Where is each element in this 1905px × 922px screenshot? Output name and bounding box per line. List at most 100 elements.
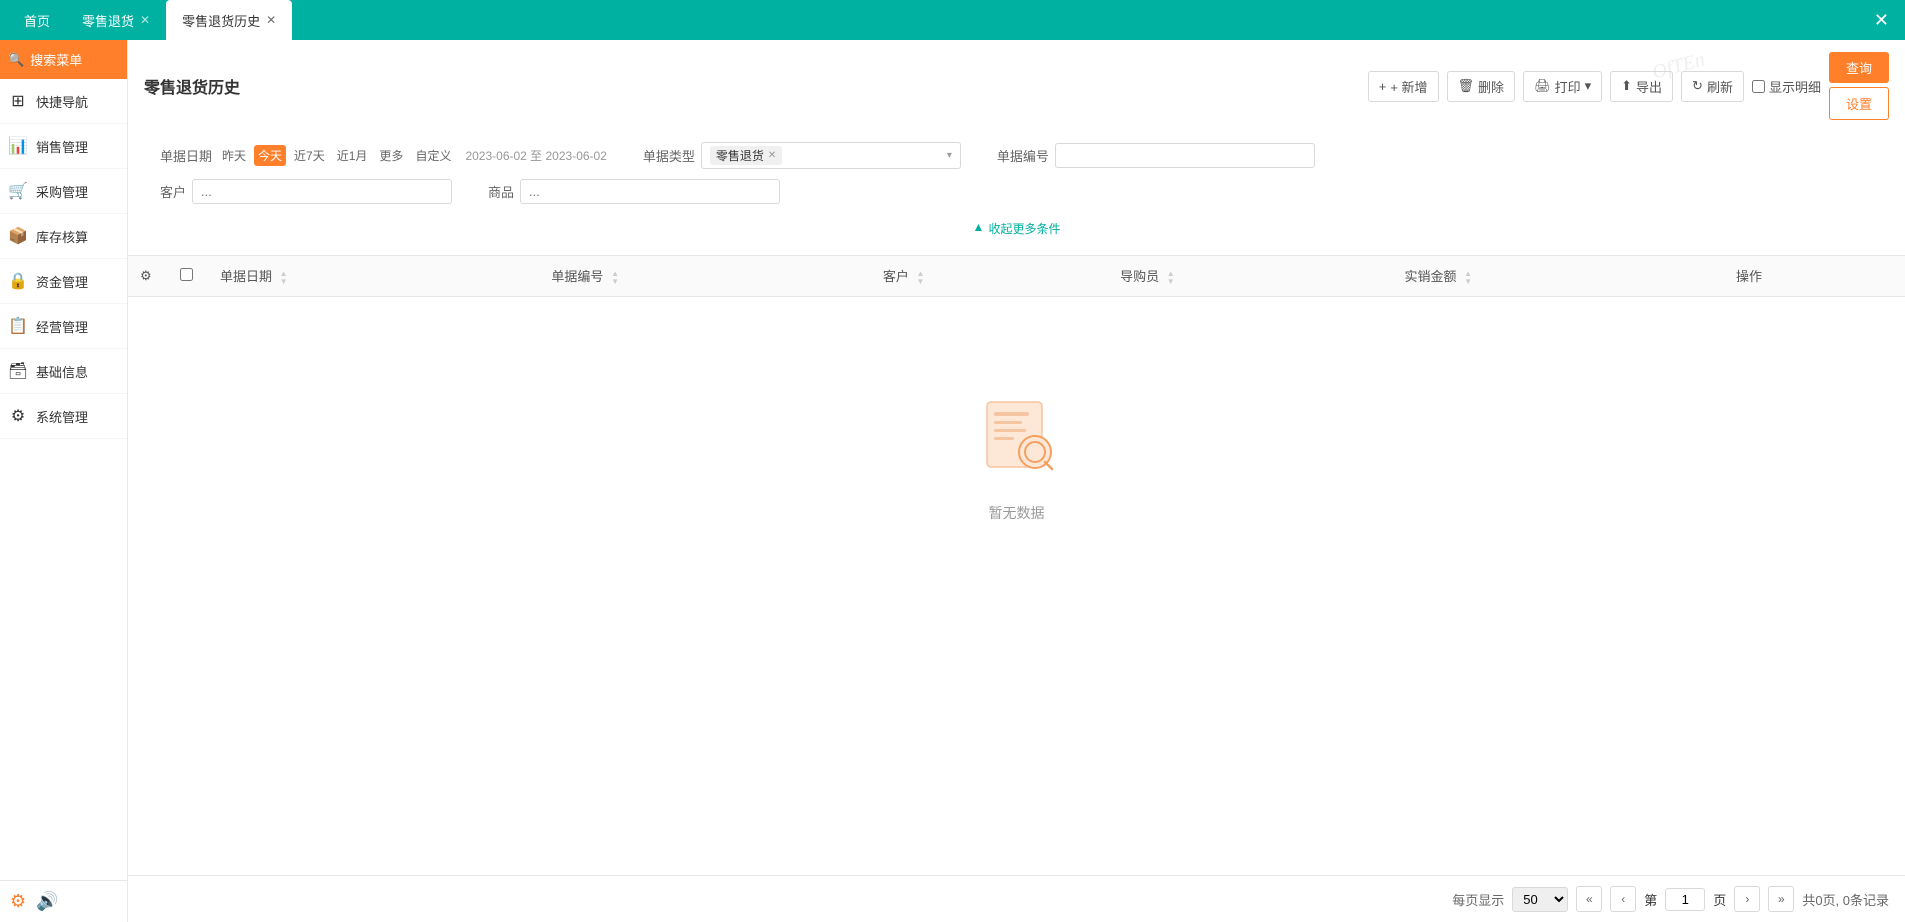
sidebar-item-system-mgmt[interactable]: ⚙ 系统管理 [0, 394, 127, 439]
sidebar-item-basic-info-label: 基础信息 [36, 362, 88, 381]
customer-input[interactable] [192, 179, 452, 204]
sidebar-item-purchase-mgmt[interactable]: 🛒 采购管理 [0, 169, 127, 214]
filter-row-1: 单据日期 昨天 今天 近7天 近1月 更多 自定义 2023-06-02 至 2… [160, 142, 1873, 169]
refresh-button[interactable]: ↻ 刷新 [1681, 71, 1744, 102]
delete-button[interactable]: 🗑 删除 [1447, 71, 1516, 102]
th-voucher-no[interactable]: 单据编号 ▲ ▼ [539, 256, 870, 296]
quick-nav-icon: ⊞ [8, 91, 28, 111]
date-filter: 单据日期 昨天 今天 近7天 近1月 更多 自定义 2023-06-02 至 2… [160, 145, 607, 166]
page-suffix: 页 [1713, 890, 1726, 909]
new-icon: + [1379, 79, 1387, 94]
per-page-select[interactable]: 50 10 20 100 [1512, 887, 1568, 912]
table-body: 暂无数据 [128, 296, 1905, 613]
sort-amount-icon: ▲ ▼ [1464, 270, 1472, 286]
export-label: 导出 [1636, 77, 1662, 96]
main-content: 零售退货历史 + + 新增 🗑 删除 🖨 打印 ▾ [128, 40, 1905, 922]
customer-filter: 客户 [160, 179, 452, 204]
voucher-type-filter: 单据类型 零售退货 ✕ ▾ [643, 142, 961, 169]
goods-input[interactable] [520, 179, 780, 204]
shortcut-today[interactable]: 今天 [254, 145, 286, 166]
sidebar-item-quick-nav-label: 快捷导航 [36, 92, 88, 111]
shortcut-yesterday[interactable]: 昨天 [218, 145, 250, 166]
settings-button[interactable]: 设置 [1829, 87, 1889, 120]
collapse-label: 收起更多条件 [988, 220, 1060, 237]
customer-label: 客户 [160, 182, 186, 201]
page-label: 第 [1644, 890, 1657, 909]
page-summary: 共0页, 0条记录 [1802, 890, 1889, 909]
empty-state-icon [967, 387, 1067, 487]
sidebar-audio-icon[interactable]: 🔊 [36, 891, 58, 912]
sidebar-item-system-mgmt-label: 系统管理 [36, 407, 88, 426]
close-window-button[interactable]: ✕ [1858, 10, 1905, 31]
export-button[interactable]: ⬆ 导出 [1610, 71, 1673, 102]
first-page-button[interactable]: « [1576, 886, 1602, 912]
sidebar-settings-icon[interactable]: ⚙ [10, 891, 26, 912]
voucher-type-tag: 零售退货 ✕ [710, 146, 782, 165]
operations-icon: 📋 [8, 316, 28, 336]
goods-filter: 商品 [488, 179, 780, 204]
pagination-bar: 每页显示 50 10 20 100 « ‹ 第 页 › » 共0页, 0条记录 [128, 875, 1905, 922]
sidebar-item-operations[interactable]: 📋 经营管理 [0, 304, 127, 349]
refresh-icon: ↻ [1692, 78, 1703, 94]
tab-return-label: 零售退货 [82, 11, 134, 30]
voucher-no-filter: 单据编号 [997, 143, 1315, 168]
sidebar-item-finance-label: 资金管理 [36, 272, 88, 291]
shortcut-last1month[interactable]: 近1月 [333, 145, 372, 166]
th-guide[interactable]: 导购员 ▲ ▼ [1108, 256, 1392, 296]
prev-page-button[interactable]: ‹ [1610, 886, 1636, 912]
tab-return-history-close[interactable]: ✕ [266, 13, 276, 27]
voucher-type-dropdown-arrow: ▾ [947, 150, 952, 161]
shortcut-custom[interactable]: 自定义 [411, 145, 455, 166]
th-actions: 操作 [1724, 256, 1905, 296]
voucher-no-input[interactable] [1055, 143, 1315, 168]
sort-voucher-icon: ▲ ▼ [611, 270, 619, 286]
voucher-type-label: 单据类型 [643, 146, 695, 165]
refresh-label: 刷新 [1707, 77, 1733, 96]
show-detail-checkbox[interactable]: 显示明细 [1752, 77, 1821, 96]
page-header: 零售退货历史 + + 新增 🗑 删除 🖨 打印 ▾ [128, 40, 1905, 256]
tab-home[interactable]: 首页 [8, 0, 66, 40]
tab-home-label: 首页 [24, 11, 50, 30]
show-detail-label: 显示明细 [1769, 77, 1821, 96]
last-page-button[interactable]: » [1768, 886, 1794, 912]
sidebar-item-sales-mgmt[interactable]: 📊 销售管理 [0, 124, 127, 169]
sidebar-search[interactable]: 🔍 搜索菜单 [0, 40, 127, 79]
query-button[interactable]: 查询 [1829, 52, 1889, 83]
finance-icon: 🔒 [8, 271, 28, 291]
goods-label: 商品 [488, 182, 514, 201]
collapse-more-conditions[interactable]: ▲ 收起更多条件 [160, 214, 1873, 243]
tab-return-history[interactable]: 零售退货历史 ✕ [166, 0, 292, 40]
th-settings[interactable]: ⚙ [128, 256, 168, 296]
new-button[interactable]: + + 新增 [1368, 71, 1439, 102]
sidebar-item-finance[interactable]: 🔒 资金管理 [0, 259, 127, 304]
voucher-type-tag-value: 零售退货 [716, 147, 764, 164]
per-page-label: 每页显示 [1452, 890, 1504, 909]
tab-return[interactable]: 零售退货 ✕ [66, 0, 166, 40]
th-amount[interactable]: 实销金额 ▲ ▼ [1393, 256, 1724, 296]
inventory-icon: 📦 [8, 226, 28, 246]
voucher-type-input[interactable]: 零售退货 ✕ ▾ [701, 142, 961, 169]
tab-return-close[interactable]: ✕ [140, 13, 150, 27]
th-customer[interactable]: 客户 ▲ ▼ [871, 256, 1108, 296]
sort-customer-icon: ▲ ▼ [916, 270, 924, 286]
th-date[interactable]: 单据日期 ▲ ▼ [208, 256, 539, 296]
shortcut-last7[interactable]: 近7天 [290, 145, 329, 166]
show-detail-input[interactable] [1752, 80, 1765, 93]
settings-icon: ⚙ [140, 268, 152, 283]
filter-row-2: 客户 商品 [160, 179, 1873, 204]
select-all-checkbox[interactable] [180, 268, 193, 281]
voucher-type-tag-close[interactable]: ✕ [768, 150, 776, 161]
empty-row: 暂无数据 [128, 296, 1905, 613]
sidebar-item-inventory[interactable]: 📦 库存核算 [0, 214, 127, 259]
sort-date-icon: ▲ ▼ [280, 270, 288, 286]
data-table: ⚙ 单据日期 ▲ ▼ 单据编号 [128, 256, 1905, 613]
basic-info-icon: 🗃 [8, 361, 28, 381]
shortcut-more[interactable]: 更多 [375, 145, 407, 166]
sidebar-item-basic-info[interactable]: 🗃 基础信息 [0, 349, 127, 394]
th-checkbox[interactable] [168, 256, 208, 296]
new-label: + 新增 [1390, 77, 1427, 96]
sidebar-item-quick-nav[interactable]: ⊞ 快捷导航 [0, 79, 127, 124]
print-button[interactable]: 🖨 打印 ▾ [1523, 71, 1602, 102]
next-page-button[interactable]: › [1734, 886, 1760, 912]
page-number-input[interactable] [1665, 888, 1705, 911]
